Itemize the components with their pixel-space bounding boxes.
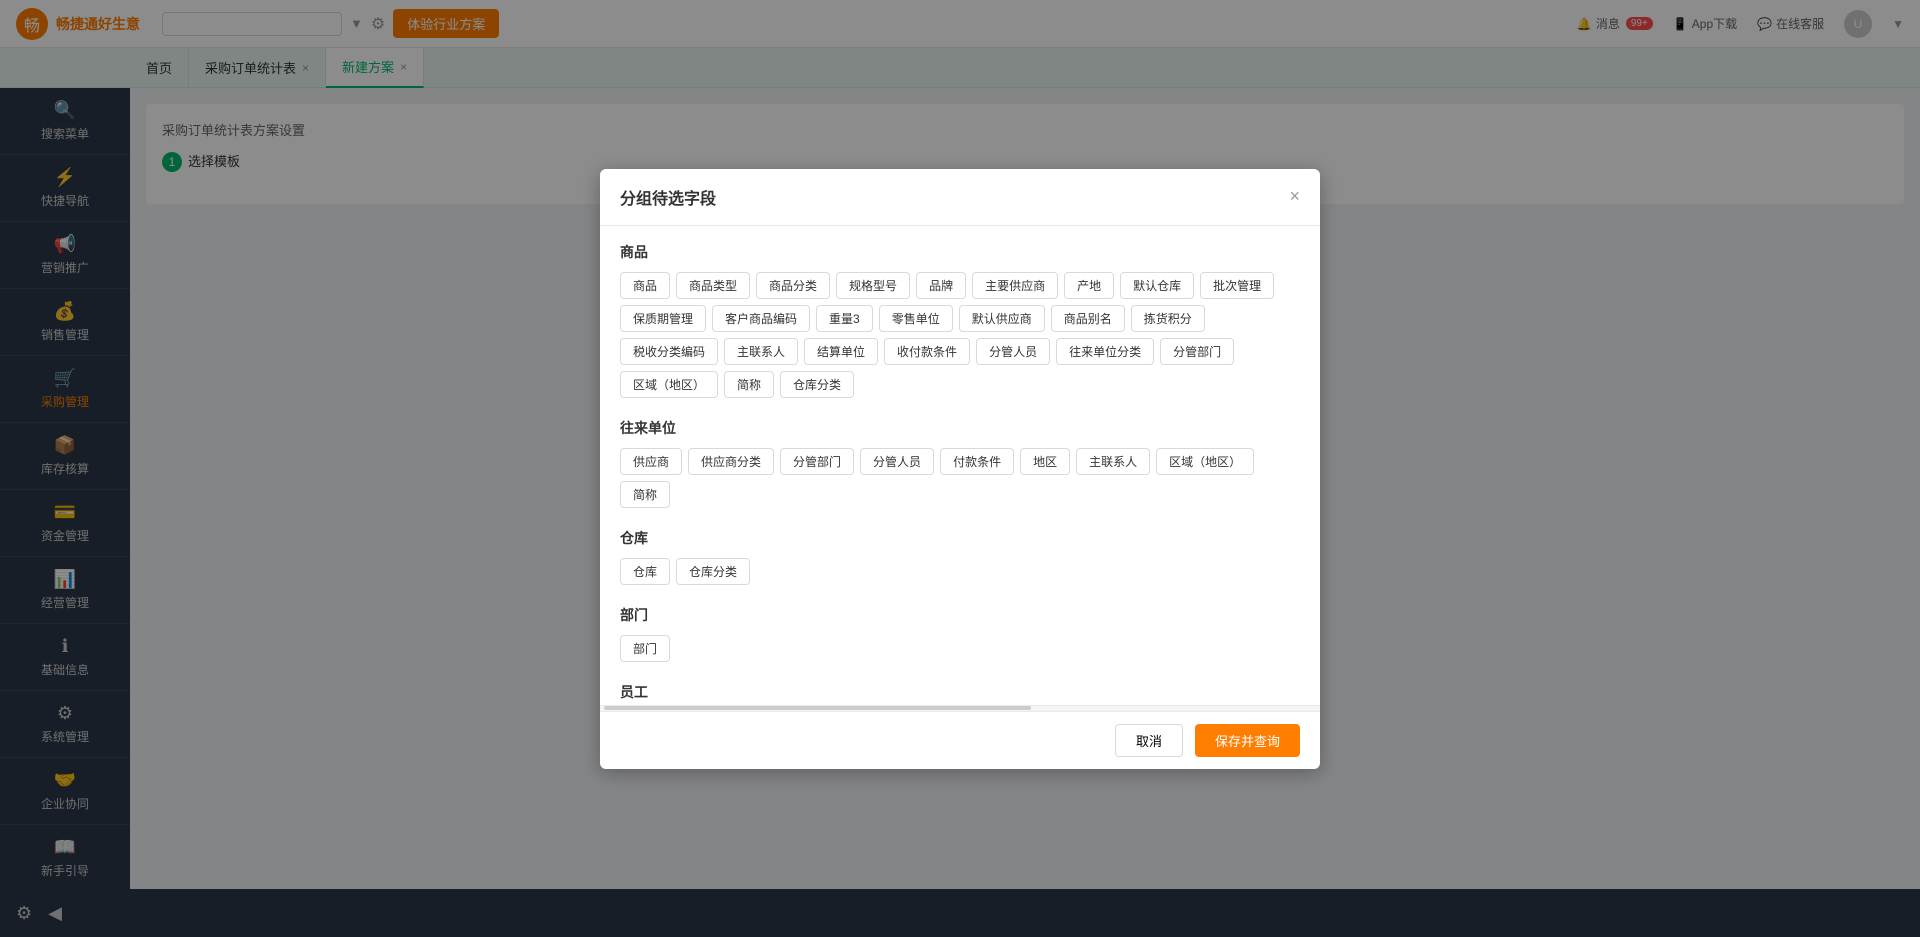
field-tag[interactable]: 主要供应商 — [972, 272, 1058, 299]
field-tag[interactable]: 付款条件 — [940, 448, 1014, 475]
field-section-部门: 部门部门 — [620, 605, 1300, 662]
field-tag[interactable]: 简称 — [620, 481, 670, 508]
field-tag[interactable]: 分管部门 — [780, 448, 854, 475]
dialog-close-button[interactable]: × — [1289, 186, 1300, 207]
field-tag[interactable]: 结算单位 — [804, 338, 878, 365]
cancel-button[interactable]: 取消 — [1115, 724, 1183, 757]
field-tag[interactable]: 部门 — [620, 635, 670, 662]
field-tag[interactable]: 商品分类 — [756, 272, 830, 299]
field-tag[interactable]: 供应商分类 — [688, 448, 774, 475]
dialog-footer: 取消 保存并查询 — [600, 711, 1320, 769]
field-tag[interactable]: 分管部门 — [1160, 338, 1234, 365]
field-section-往来单位: 往来单位供应商供应商分类分管部门分管人员付款条件地区主联系人区域（地区） 简称 — [620, 418, 1300, 508]
field-tag[interactable]: 商品 — [620, 272, 670, 299]
field-tags: 供应商供应商分类分管部门分管人员付款条件地区主联系人区域（地区） 简称 — [620, 448, 1300, 508]
field-tag[interactable]: 税收分类编码 — [620, 338, 718, 365]
section-title: 商品 — [620, 242, 1300, 262]
field-tag[interactable]: 分管人员 — [976, 338, 1050, 365]
field-select-dialog: 分组待选字段 × 商品商品商品类型商品分类规格型号品牌主要供应商产地默认仓库批次… — [600, 169, 1320, 769]
field-tag[interactable]: 主联系人 — [724, 338, 798, 365]
field-tag[interactable]: 供应商 — [620, 448, 682, 475]
section-title: 仓库 — [620, 528, 1300, 548]
field-tag[interactable]: 重量3 — [816, 305, 873, 332]
section-title: 员工 — [620, 682, 1300, 702]
field-tag[interactable]: 批次管理 — [1200, 272, 1274, 299]
field-tag[interactable]: 商品别名 — [1051, 305, 1125, 332]
field-tag[interactable]: 主联系人 — [1076, 448, 1150, 475]
field-tag[interactable]: 保质期管理 — [620, 305, 706, 332]
field-tag[interactable]: 区域（地区） — [1156, 448, 1254, 475]
field-tag[interactable]: 收付款条件 — [884, 338, 970, 365]
field-section-仓库: 仓库仓库仓库分类 — [620, 528, 1300, 585]
field-tags: 商品商品类型商品分类规格型号品牌主要供应商产地默认仓库批次管理保质期管理客户商品… — [620, 272, 1300, 398]
field-tag[interactable]: 地区 — [1020, 448, 1070, 475]
field-section-员工: 员工业务员 — [620, 682, 1300, 705]
field-tags: 仓库仓库分类 — [620, 558, 1300, 585]
field-tag[interactable]: 品牌 — [916, 272, 966, 299]
field-tag[interactable]: 简称 — [724, 371, 774, 398]
section-title: 部门 — [620, 605, 1300, 625]
field-tag[interactable]: 拣货积分 — [1131, 305, 1205, 332]
field-tag[interactable]: 区域（地区） — [620, 371, 718, 398]
field-tag[interactable]: 仓库分类 — [780, 371, 854, 398]
dialog-overlay: 分组待选字段 × 商品商品商品类型商品分类规格型号品牌主要供应商产地默认仓库批次… — [0, 0, 1920, 937]
dialog-title: 分组待选字段 — [620, 185, 716, 209]
field-tags: 部门 — [620, 635, 1300, 662]
field-tag[interactable]: 仓库分类 — [676, 558, 750, 585]
field-tag[interactable]: 默认仓库 — [1120, 272, 1194, 299]
field-section-商品: 商品商品商品类型商品分类规格型号品牌主要供应商产地默认仓库批次管理保质期管理客户… — [620, 242, 1300, 398]
field-tag[interactable]: 零售单位 — [879, 305, 953, 332]
field-tag[interactable]: 仓库 — [620, 558, 670, 585]
hscroll-thumb — [604, 706, 1031, 710]
dialog-header: 分组待选字段 × — [600, 169, 1320, 226]
field-tag[interactable]: 往来单位分类 — [1056, 338, 1154, 365]
field-tag[interactable]: 分管人员 — [860, 448, 934, 475]
field-tag[interactable]: 客户商品编码 — [712, 305, 810, 332]
field-tag[interactable]: 默认供应商 — [959, 305, 1045, 332]
field-tag[interactable]: 商品类型 — [676, 272, 750, 299]
field-tag[interactable]: 规格型号 — [836, 272, 910, 299]
field-tag[interactable]: 产地 — [1064, 272, 1114, 299]
section-title: 往来单位 — [620, 418, 1300, 438]
confirm-button[interactable]: 保存并查询 — [1195, 724, 1300, 757]
dialog-body[interactable]: 商品商品商品类型商品分类规格型号品牌主要供应商产地默认仓库批次管理保质期管理客户… — [600, 226, 1320, 705]
